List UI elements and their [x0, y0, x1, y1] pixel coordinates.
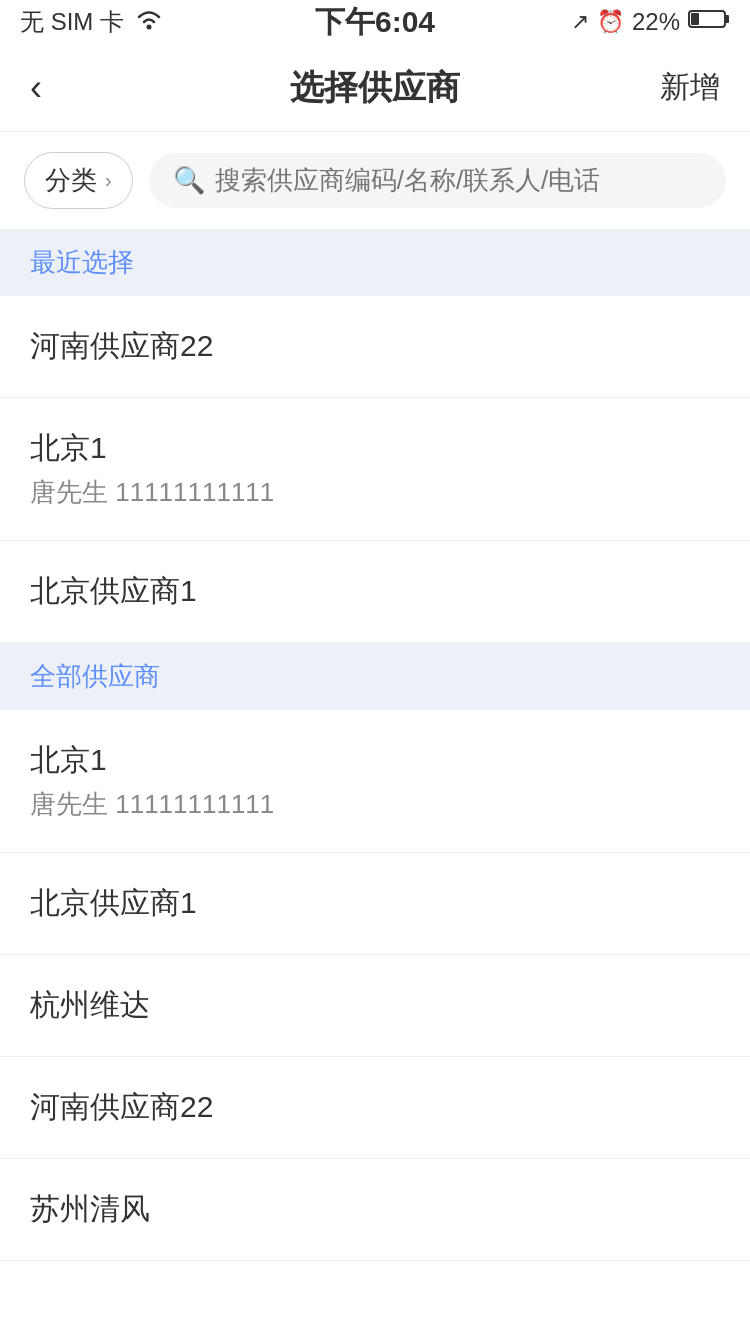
page-title: 选择供应商	[290, 65, 460, 111]
item-name: 北京供应商1	[30, 883, 720, 924]
item-name: 河南供应商22	[30, 1087, 720, 1128]
list-item[interactable]: 北京供应商1	[0, 541, 750, 643]
search-icon: 🔍	[173, 165, 205, 196]
battery-icon	[688, 8, 730, 36]
category-button[interactable]: 分类 ›	[24, 152, 133, 209]
item-name: 北京供应商1	[30, 571, 720, 612]
add-button[interactable]: 新增	[660, 67, 720, 108]
status-right: ↗ ⏰ 22%	[571, 8, 730, 36]
nav-bar: ‹ 选择供应商 新增	[0, 44, 750, 132]
alarm-icon: ⏰	[597, 9, 624, 35]
battery-label: 22%	[632, 8, 680, 36]
item-name: 北京1	[30, 428, 720, 469]
search-input-wrap: 🔍	[149, 153, 726, 208]
all-section-label: 全部供应商	[30, 661, 160, 691]
category-label: 分类	[45, 163, 97, 198]
chevron-right-icon: ›	[105, 169, 112, 192]
item-name: 河南供应商22	[30, 326, 720, 367]
recent-section-label: 最近选择	[30, 247, 134, 277]
item-sub: 唐先生 11111111111	[30, 475, 720, 510]
svg-point-0	[147, 25, 152, 30]
list-item[interactable]: 苏州清风	[0, 1159, 750, 1261]
recent-section-header: 最近选择	[0, 229, 750, 296]
recent-items-list: 河南供应商22 北京1 唐先生 11111111111 北京供应商1	[0, 296, 750, 643]
item-name: 苏州清风	[30, 1189, 720, 1230]
list-item[interactable]: 河南供应商22	[0, 1057, 750, 1159]
location-icon: ↗	[571, 9, 589, 35]
carrier-label: 无 SIM 卡	[20, 6, 124, 38]
item-name: 北京1	[30, 740, 720, 781]
list-item[interactable]: 北京供应商1	[0, 853, 750, 955]
svg-rect-3	[691, 13, 699, 25]
item-name: 杭州维达	[30, 985, 720, 1026]
list-item[interactable]: 北京1 唐先生 11111111111	[0, 710, 750, 853]
item-sub: 唐先生 11111111111	[30, 787, 720, 822]
back-button[interactable]: ‹	[30, 67, 90, 109]
list-item[interactable]: 杭州维达	[0, 955, 750, 1057]
search-input[interactable]	[215, 165, 702, 196]
status-bar: 无 SIM 卡 下午6:04 ↗ ⏰ 22%	[0, 0, 750, 44]
status-left: 无 SIM 卡	[20, 6, 164, 38]
svg-rect-2	[725, 15, 729, 23]
wifi-icon	[134, 8, 164, 36]
search-filter-bar: 分类 › 🔍	[0, 132, 750, 229]
list-item[interactable]: 河南供应商22	[0, 296, 750, 398]
all-items-list: 北京1 唐先生 11111111111 北京供应商1 杭州维达河南供应商22 苏州清风	[0, 710, 750, 1261]
all-section-header: 全部供应商	[0, 643, 750, 710]
list-item[interactable]: 北京1 唐先生 11111111111	[0, 398, 750, 541]
status-time: 下午6:04	[315, 2, 435, 43]
